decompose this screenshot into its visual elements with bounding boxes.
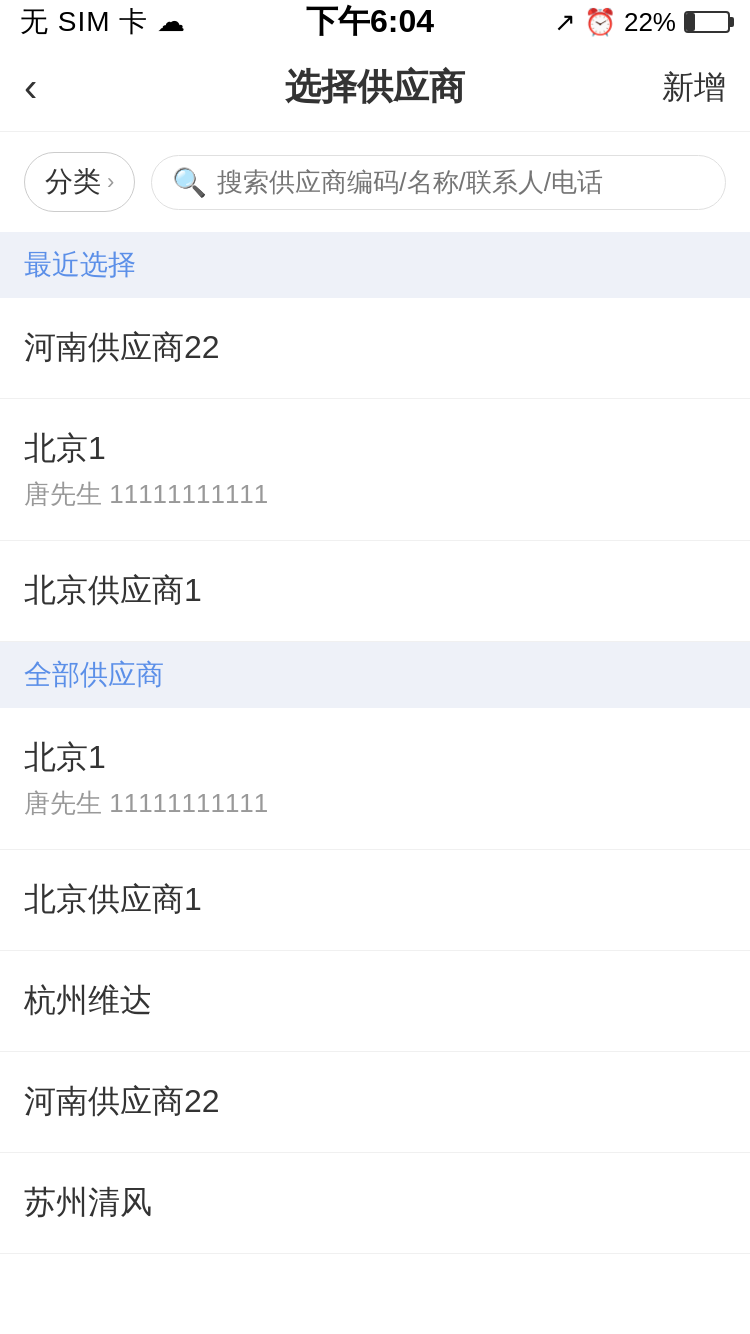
category-button[interactable]: 分类 › — [24, 152, 135, 212]
list-item[interactable]: 苏州清风 — [0, 1153, 750, 1254]
search-box[interactable]: 🔍 — [151, 155, 726, 210]
item-name: 北京供应商1 — [24, 569, 726, 613]
item-sub: 唐先生 11111111111 — [24, 786, 726, 821]
add-button[interactable]: 新增 — [646, 66, 726, 110]
item-name: 北京1 — [24, 427, 726, 471]
status-network: 无 SIM 卡 ☁ — [20, 3, 186, 41]
status-right: ↗ ⏰ 22% — [554, 7, 730, 38]
battery-percent: 22% — [624, 7, 676, 38]
recent-list: 河南供应商22 北京1 唐先生 11111111111 北京供应商1 — [0, 298, 750, 642]
item-name: 苏州清风 — [24, 1181, 726, 1225]
item-name: 河南供应商22 — [24, 326, 726, 370]
chevron-right-icon: › — [107, 169, 114, 195]
item-name: 河南供应商22 — [24, 1080, 726, 1124]
recent-section-label: 最近选择 — [24, 249, 136, 280]
all-section-header: 全部供应商 — [0, 642, 750, 708]
recent-section-header: 最近选择 — [0, 232, 750, 298]
page-title: 选择供应商 — [104, 63, 646, 112]
list-item[interactable]: 北京1 唐先生 11111111111 — [0, 708, 750, 850]
item-name: 北京供应商1 — [24, 878, 726, 922]
status-time: 下午6:04 — [306, 0, 434, 44]
list-item[interactable]: 河南供应商22 — [0, 1052, 750, 1153]
list-item[interactable]: 杭州维达 — [0, 951, 750, 1052]
list-item[interactable]: 北京1 唐先生 11111111111 — [0, 399, 750, 541]
nav-bar: ‹ 选择供应商 新增 — [0, 44, 750, 132]
back-button[interactable]: ‹ — [24, 65, 104, 110]
category-label: 分类 — [45, 163, 101, 201]
search-icon: 🔍 — [172, 166, 207, 199]
search-input[interactable] — [217, 167, 705, 198]
status-bar: 无 SIM 卡 ☁ 下午6:04 ↗ ⏰ 22% — [0, 0, 750, 44]
alarm-icon: ⏰ — [584, 7, 616, 38]
list-item[interactable]: 北京供应商1 — [0, 850, 750, 951]
battery-icon — [684, 11, 730, 33]
list-item[interactable]: 河南供应商22 — [0, 298, 750, 399]
item-sub: 唐先生 11111111111 — [24, 477, 726, 512]
all-section-label: 全部供应商 — [24, 659, 164, 690]
all-list: 北京1 唐先生 11111111111 北京供应商1 杭州维达河南供应商22 苏州清风 — [0, 708, 750, 1254]
item-name: 北京1 — [24, 736, 726, 780]
filter-bar: 分类 › 🔍 — [0, 132, 750, 232]
item-name: 杭州维达 — [24, 979, 726, 1023]
list-item[interactable]: 北京供应商1 — [0, 541, 750, 642]
location-icon: ↗ — [554, 7, 576, 38]
